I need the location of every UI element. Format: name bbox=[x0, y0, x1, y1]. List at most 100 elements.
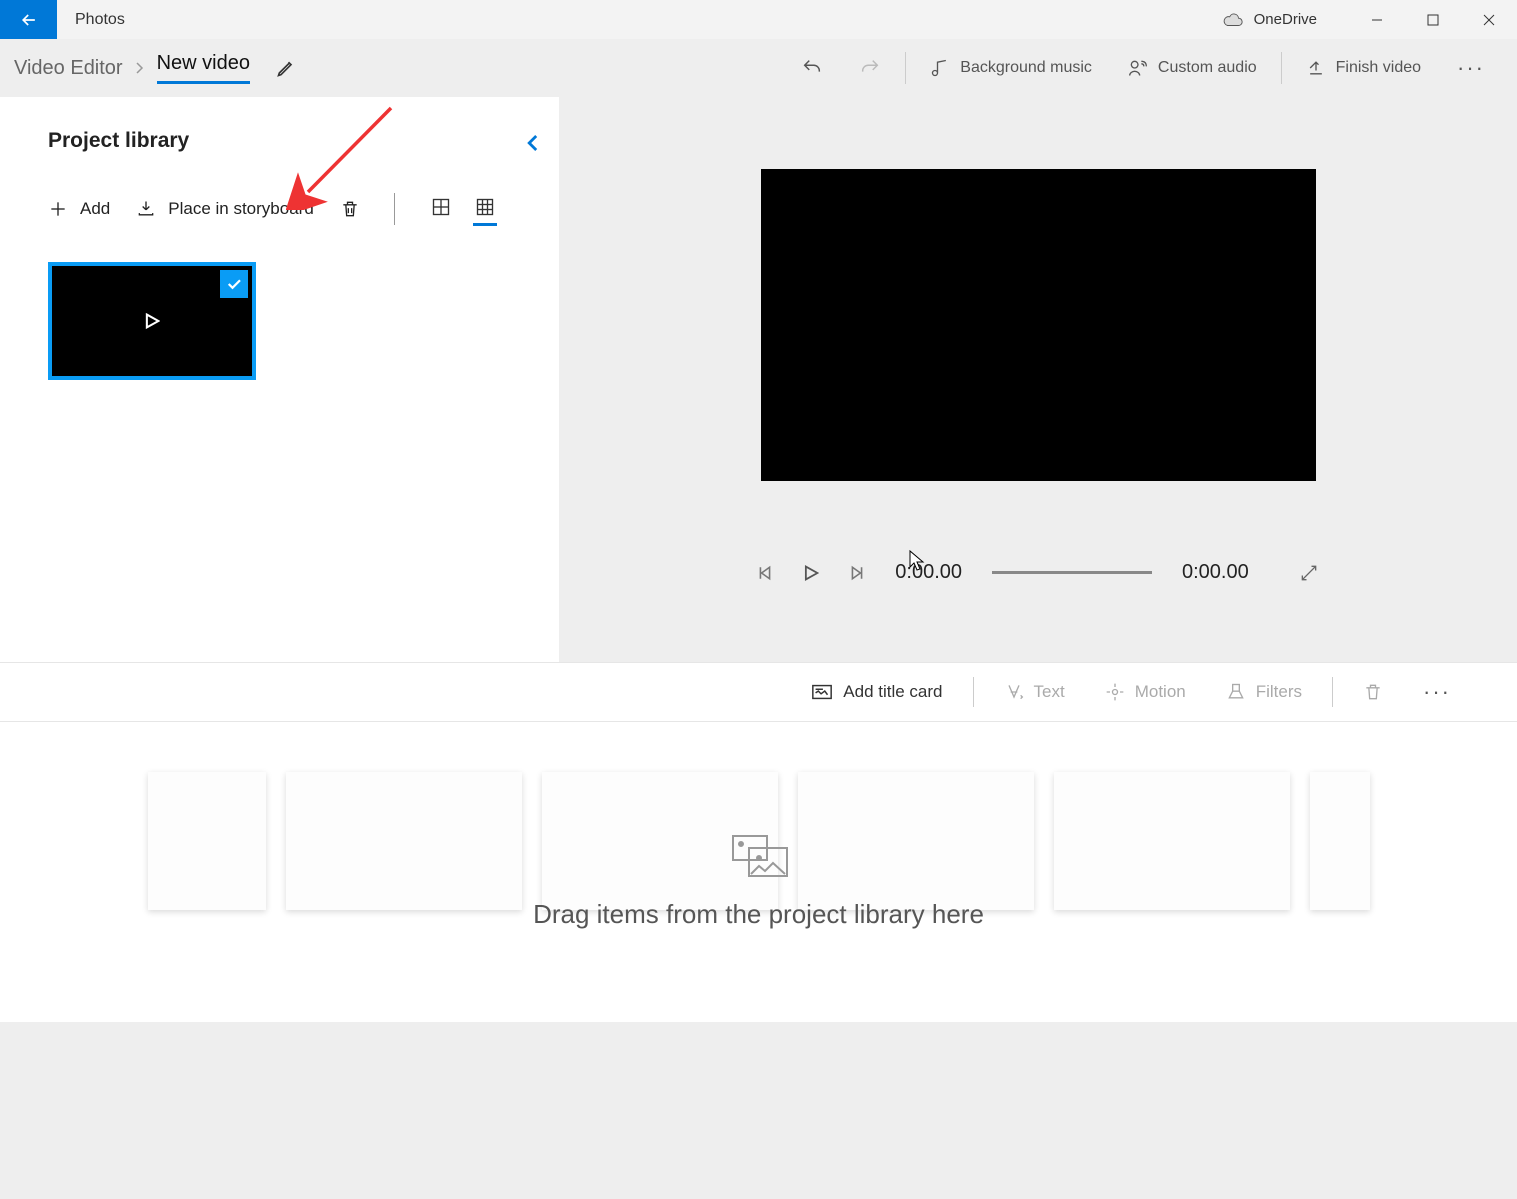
pencil-icon bbox=[276, 58, 296, 78]
plus-icon bbox=[48, 199, 68, 219]
redo-icon bbox=[859, 57, 881, 79]
step-forward-icon bbox=[849, 564, 865, 582]
main-area: Project library Add Place in storyboard bbox=[0, 97, 1517, 662]
motion-icon bbox=[1105, 682, 1125, 702]
check-icon bbox=[225, 275, 243, 293]
onedrive-label: OneDrive bbox=[1254, 11, 1317, 28]
maximize-icon bbox=[1427, 14, 1439, 26]
separator bbox=[1281, 52, 1282, 84]
expand-icon bbox=[1299, 563, 1319, 583]
filters-icon bbox=[1226, 682, 1246, 702]
redo-button[interactable] bbox=[841, 39, 899, 97]
text-icon bbox=[1004, 682, 1024, 702]
library-items bbox=[48, 262, 511, 380]
main-toolbar: Video Editor New video Background music … bbox=[0, 39, 1517, 97]
arrow-left-icon bbox=[19, 10, 39, 30]
storyboard-more-button[interactable]: ··· bbox=[1405, 679, 1469, 705]
grid-2x2-icon bbox=[431, 197, 451, 217]
library-actions: Add Place in storyboard bbox=[48, 191, 511, 226]
add-title-card-button[interactable]: Add title card bbox=[793, 682, 960, 702]
large-grid-button[interactable] bbox=[429, 191, 453, 226]
library-thumbnail[interactable] bbox=[48, 262, 256, 380]
maximize-button[interactable] bbox=[1405, 0, 1461, 39]
place-in-storyboard-button[interactable]: Place in storyboard bbox=[136, 199, 314, 219]
filters-label: Filters bbox=[1256, 682, 1302, 702]
delete-button[interactable] bbox=[340, 198, 360, 220]
app-name-label: Photos bbox=[75, 11, 125, 29]
filters-button[interactable]: Filters bbox=[1208, 682, 1320, 702]
step-back-icon bbox=[757, 564, 773, 582]
undo-icon bbox=[801, 57, 823, 79]
add-label: Add bbox=[80, 199, 110, 219]
ellipsis-icon: ··· bbox=[1457, 55, 1485, 80]
cloud-icon bbox=[1222, 12, 1244, 28]
onedrive-status[interactable]: OneDrive bbox=[1222, 11, 1317, 28]
titlebar: Photos OneDrive bbox=[0, 0, 1517, 39]
title-card-icon bbox=[811, 683, 833, 701]
minimize-icon bbox=[1371, 14, 1383, 26]
collapse-library-button[interactable] bbox=[525, 133, 539, 153]
undo-button[interactable] bbox=[783, 39, 841, 97]
back-button[interactable] bbox=[0, 0, 57, 39]
text-label: Text bbox=[1034, 682, 1065, 702]
small-grid-button[interactable] bbox=[473, 191, 497, 226]
place-label: Place in storyboard bbox=[168, 199, 314, 219]
close-button[interactable] bbox=[1461, 0, 1517, 39]
storyboard-slot[interactable] bbox=[148, 772, 266, 910]
background-music-button[interactable]: Background music bbox=[912, 39, 1110, 97]
ellipsis-icon: ··· bbox=[1423, 679, 1451, 705]
minimize-button[interactable] bbox=[1349, 0, 1405, 39]
project-title[interactable]: New video bbox=[157, 52, 250, 84]
text-button[interactable]: Text bbox=[986, 682, 1083, 702]
storyboard-delete-button[interactable] bbox=[1345, 681, 1401, 703]
custom-audio-label: Custom audio bbox=[1158, 59, 1257, 77]
more-button[interactable]: ··· bbox=[1439, 55, 1503, 81]
separator bbox=[394, 193, 395, 225]
close-icon bbox=[1483, 14, 1495, 26]
export-icon bbox=[1306, 58, 1326, 78]
add-title-card-label: Add title card bbox=[843, 682, 942, 702]
chevron-right-icon bbox=[135, 61, 145, 75]
separator bbox=[905, 52, 906, 84]
motion-label: Motion bbox=[1135, 682, 1186, 702]
fullscreen-button[interactable] bbox=[1299, 563, 1319, 583]
storyboard-cards: Drag items from the project library here bbox=[148, 772, 1370, 1022]
storyboard-slot[interactable] bbox=[1310, 772, 1370, 910]
player-controls: 0:00.00 0:00.00 bbox=[757, 561, 1318, 584]
total-time: 0:00.00 bbox=[1182, 561, 1249, 584]
prev-frame-button[interactable] bbox=[757, 564, 773, 582]
storyboard-slot[interactable] bbox=[1054, 772, 1290, 910]
next-frame-button[interactable] bbox=[849, 564, 865, 582]
play-indicator bbox=[144, 312, 160, 330]
preview-canvas[interactable] bbox=[761, 169, 1316, 481]
current-time: 0:00.00 bbox=[895, 561, 962, 584]
chevron-left-icon bbox=[525, 133, 539, 153]
storyboard-slot[interactable] bbox=[798, 772, 1034, 910]
add-button[interactable]: Add bbox=[48, 199, 110, 219]
storyboard-slot[interactable] bbox=[542, 772, 778, 910]
library-heading: Project library bbox=[48, 129, 511, 153]
preview-area: 0:00.00 0:00.00 bbox=[559, 97, 1517, 662]
storyboard-slot[interactable] bbox=[286, 772, 522, 910]
play-button[interactable] bbox=[803, 564, 819, 582]
bg-music-label: Background music bbox=[960, 59, 1092, 77]
storyboard-area[interactable]: Drag items from the project library here bbox=[0, 722, 1517, 1022]
person-audio-icon bbox=[1128, 58, 1148, 78]
motion-button[interactable]: Motion bbox=[1087, 682, 1204, 702]
trash-icon bbox=[340, 198, 360, 220]
play-icon bbox=[144, 312, 160, 330]
breadcrumb-root[interactable]: Video Editor bbox=[14, 57, 123, 80]
custom-audio-button[interactable]: Custom audio bbox=[1110, 39, 1275, 97]
view-toggle-group bbox=[429, 191, 497, 226]
progress-bar[interactable] bbox=[992, 571, 1152, 574]
play-icon bbox=[803, 564, 819, 582]
selected-check[interactable] bbox=[220, 270, 248, 298]
rename-button[interactable] bbox=[276, 58, 296, 78]
window-controls bbox=[1349, 0, 1517, 39]
project-library-panel: Project library Add Place in storyboard bbox=[0, 97, 559, 662]
grid-3x3-icon bbox=[475, 197, 495, 217]
trash-icon bbox=[1363, 681, 1383, 703]
finish-video-label: Finish video bbox=[1336, 59, 1421, 77]
music-note-icon bbox=[930, 58, 950, 78]
finish-video-button[interactable]: Finish video bbox=[1288, 39, 1439, 97]
